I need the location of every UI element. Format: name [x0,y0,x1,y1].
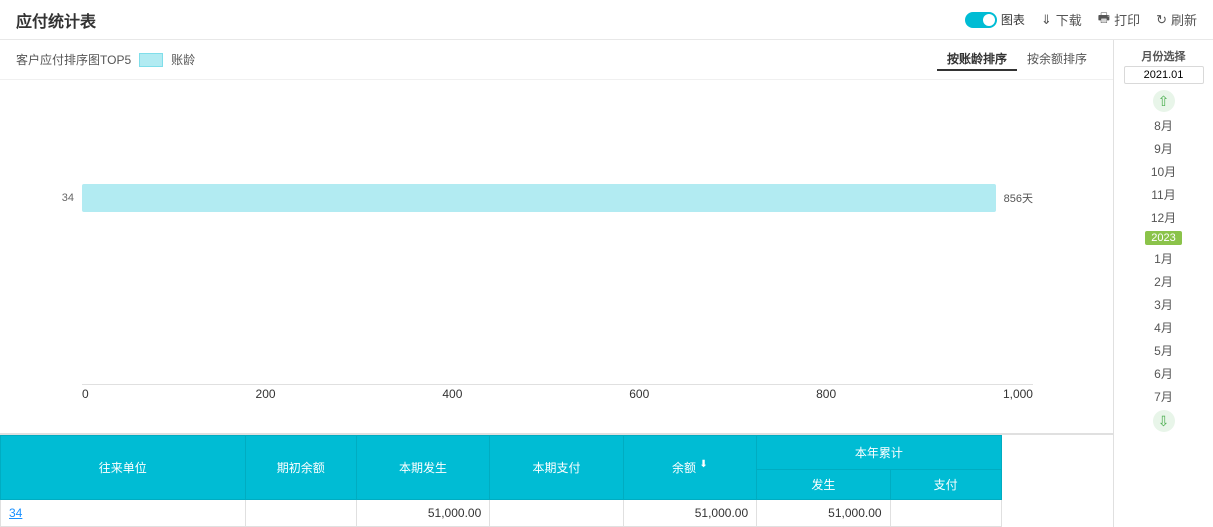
x-label-200: 200 [256,387,276,401]
x-label-600: 600 [629,387,649,401]
col-header-ytd-payment: 支付 [890,470,1001,500]
table-section: 往来单位 期初余额 本期发生 本期支付 余额 ⬇ 本年累计 [0,433,1113,527]
legend-title: 客户应付排序图TOP5 [16,51,131,68]
page-title: 应付统计表 [16,8,96,32]
chart-sort-buttons: 按账龄排序 按余额排序 [937,48,1097,71]
chart-header: 客户应付排序图TOP5 账龄 按账龄排序 按余额排序 [0,40,1113,80]
summary-table: 往来单位 期初余额 本期发生 本期支付 余额 ⬇ 本年累计 [0,435,1113,527]
legend-box-icon [139,53,163,67]
toggle-switch-icon [965,12,997,28]
col-header-ytd-occurrence: 发生 [757,470,890,500]
col-header-occurrence: 本期发生 [356,436,489,500]
sidebar-down-arrow[interactable]: ⇩ [1153,410,1175,432]
print-button[interactable]: 🖶 打印 [1098,9,1140,31]
refresh-button[interactable]: ↻ 刷新 [1156,10,1197,29]
sort-by-amount-button[interactable]: 按余额排序 [1017,48,1097,71]
cell-occurrence: 51,000.00 [356,500,489,527]
sidebar-month-3[interactable]: 3月 [1124,293,1204,316]
col-header-payment: 本期支付 [490,436,623,500]
download-button[interactable]: ⇓ 下载 [1041,10,1082,29]
col-header-opening: 期初余额 [245,436,356,500]
sidebar-year-badge: 2023 [1145,231,1181,245]
legend-box-label: 账龄 [171,51,195,68]
balance-icon: ⬇ [699,459,707,470]
x-label-0: 0 [82,387,89,401]
cell-opening [245,500,356,527]
unit-link[interactable]: 34 [9,506,22,520]
x-label-400: 400 [442,387,462,401]
sidebar-up-arrow[interactable]: ⇧ [1153,90,1175,112]
refresh-icon: ↻ [1156,12,1167,28]
sidebar-month-4[interactable]: 4月 [1124,316,1204,339]
sidebar-month-7[interactable]: 7月 [1124,385,1204,408]
right-sidebar: 月份选择 ⇧ 8月 9月 10月 11月 12月 2023 1月 2月 3月 4… [1113,40,1213,527]
table-row: 34 51,000.00 51,000.00 51,000.00 [1,500,1113,527]
sidebar-month-5[interactable]: 5月 [1124,339,1204,362]
x-label-800: 800 [816,387,836,401]
x-axis-line [82,384,1033,385]
col-header-balance: 余额 ⬇ [623,436,756,500]
sidebar-month-12[interactable]: 12月 [1124,206,1204,229]
sidebar-label: 月份选择 [1142,44,1186,66]
print-icon: 🖶 [1098,9,1110,31]
cell-ytd-occurrence: 51,000.00 [757,500,890,527]
sidebar-month-11[interactable]: 11月 [1124,183,1204,206]
bar-end-label: 856天 [1004,190,1033,206]
cell-ytd-payment [890,500,1001,527]
sort-by-balance-button[interactable]: 按账龄排序 [937,48,1017,71]
sidebar-year-input[interactable] [1124,66,1204,84]
chart-legend: 客户应付排序图TOP5 账龄 [16,51,195,68]
chart-bar [82,184,996,212]
x-axis: 0 200 400 600 800 1,000 [82,387,1033,401]
cell-payment [490,500,623,527]
download-icon: ⇓ [1041,12,1052,28]
sidebar-month-2[interactable]: 2月 [1124,270,1204,293]
bar-label: 34 [50,192,74,204]
sidebar-month-1[interactable]: 1月 [1124,247,1204,270]
header-actions: 图表 ⇓ 下载 🖶 打印 ↻ 刷新 [965,9,1197,31]
chart-body: 34 856天 0 200 400 600 800 1,000 [0,80,1113,433]
col-header-unit: 往来单位 [1,436,246,500]
chart-toggle[interactable]: 图表 [965,11,1025,28]
sidebar-month-9[interactable]: 9月 [1124,137,1204,160]
sidebar-month-6[interactable]: 6月 [1124,362,1204,385]
x-label-1000: 1,000 [1003,387,1033,401]
cell-unit: 34 [1,500,246,527]
sidebar-month-10[interactable]: 10月 [1124,160,1204,183]
cell-balance: 51,000.00 [623,500,756,527]
col-header-ytd: 本年累计 [757,436,1002,470]
chart-toggle-label: 图表 [1001,11,1025,28]
sidebar-month-8[interactable]: 8月 [1124,114,1204,137]
